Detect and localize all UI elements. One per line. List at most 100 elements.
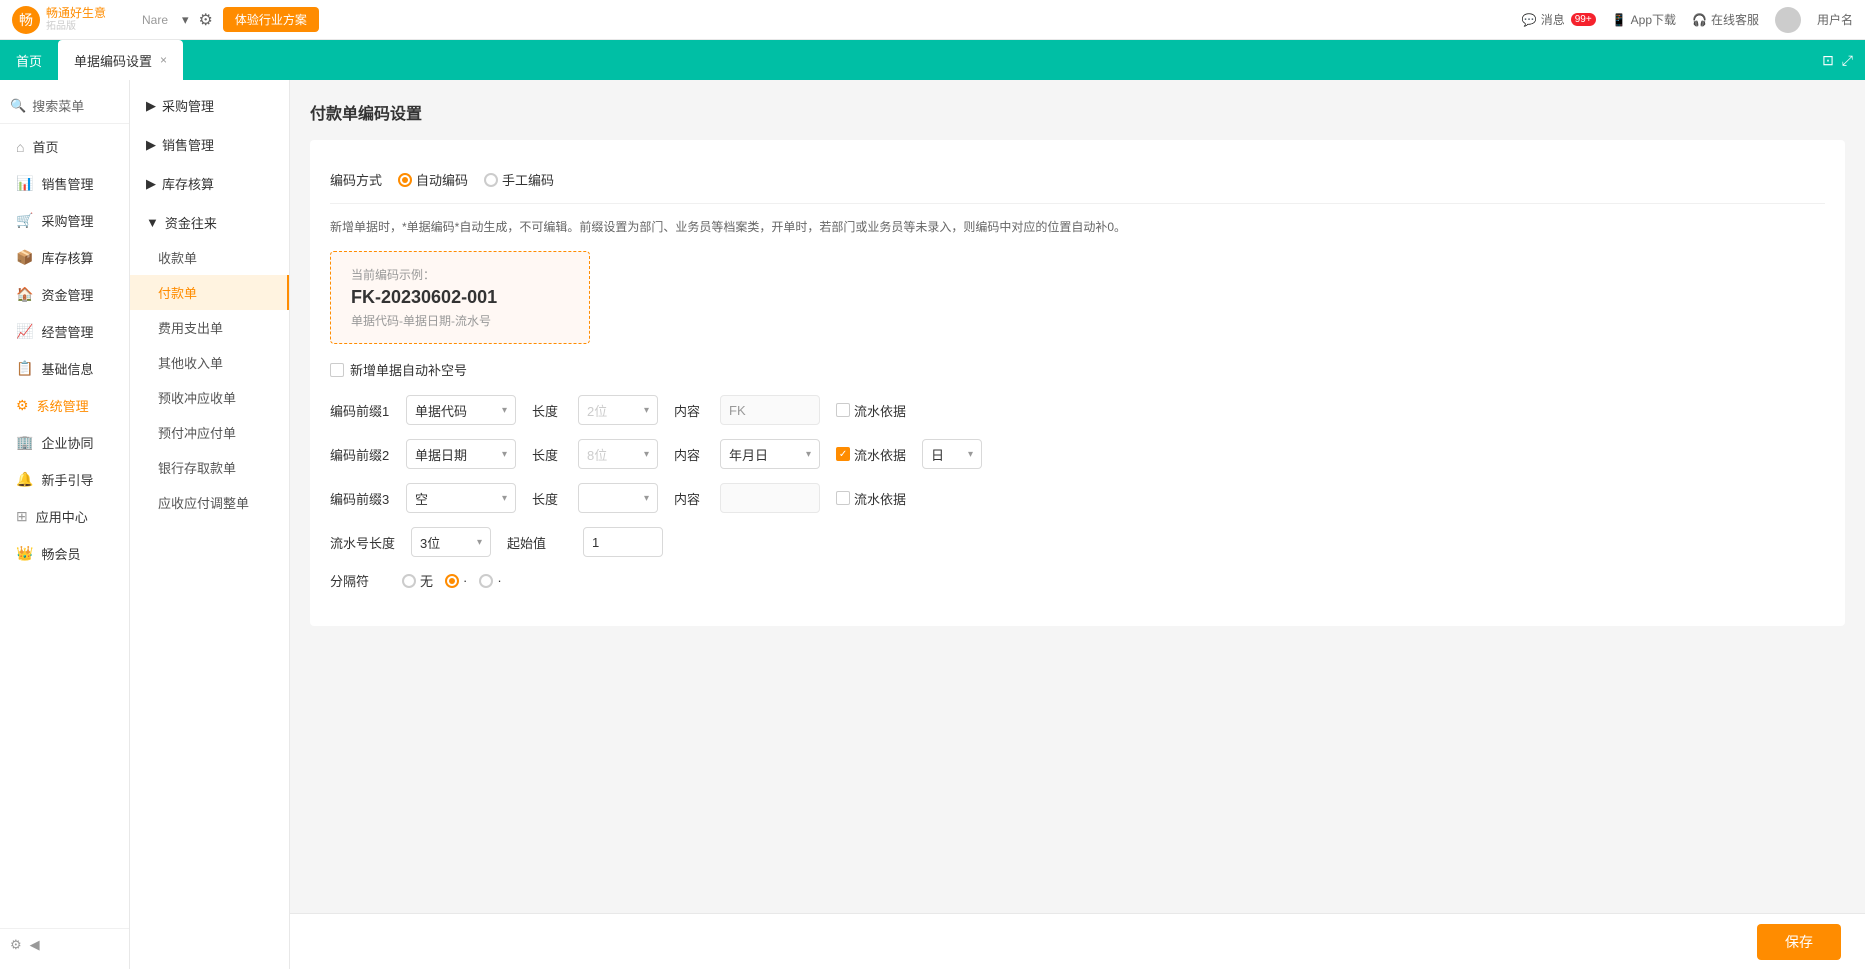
trial-button[interactable]: 体验行业方案: [223, 7, 319, 32]
sidebar-item-member[interactable]: 👑 畅会员: [0, 535, 129, 572]
auto-fill-row: 新增单据自动补空号: [330, 360, 1825, 379]
sidebar-item-label: 应用中心: [36, 507, 88, 526]
sidebar-item-sales[interactable]: 📊 销售管理: [0, 165, 129, 202]
sep-dot2-dot: [479, 574, 493, 588]
prefix1-select[interactable]: 单据代码 ▾: [406, 395, 516, 425]
main-panel-wrapper: 付款单编码设置 编码方式 自动编码: [290, 80, 1865, 969]
content2-label: 内容: [674, 445, 700, 464]
prefix1-label: 编码前缀1: [330, 401, 390, 420]
sidebar-settings-icon[interactable]: ⚙: [10, 937, 22, 953]
submenu-item-prepay-receivable[interactable]: 预收冲应收单: [130, 380, 289, 415]
submenu-item-adjustment[interactable]: 应收应付调整单: [130, 485, 289, 520]
page-title: 付款单编码设置: [310, 100, 1845, 124]
stream2-unit-select[interactable]: 日 ▾: [922, 439, 982, 469]
prefix-row-2: 编码前缀2 单据日期 ▾ 长度 8位 ▾ 内容 年月日: [330, 439, 1825, 469]
content2-select[interactable]: 年月日 ▾: [720, 439, 820, 469]
content1-value: FK: [720, 395, 820, 425]
app-download-item[interactable]: 📱 App下载: [1612, 11, 1676, 28]
collapse-icon[interactable]: ⤢: [1842, 52, 1853, 69]
preview-sub: 单据代码-单据日期-流水号: [351, 312, 569, 329]
encoding-method-radio-group: 自动编码 手工编码: [398, 170, 554, 189]
online-service-item[interactable]: 🎧 在线客服: [1692, 11, 1759, 28]
system-icon: ⚙: [16, 397, 29, 414]
submenu-item-expense[interactable]: 费用支出单: [130, 310, 289, 345]
separator-dot-radio[interactable]: ·: [445, 573, 467, 588]
length1-select[interactable]: 2位 ▾: [578, 395, 658, 425]
separator-none-radio[interactable]: 无: [402, 571, 433, 590]
prefix2-label: 编码前缀2: [330, 445, 390, 464]
sidebar-item-home[interactable]: ⌂ 首页: [0, 128, 129, 165]
stream1-checkbox[interactable]: 流水依据: [836, 401, 906, 420]
length3-select[interactable]: ▾: [578, 483, 658, 513]
submenu-group-inventory: ▶ 库存核算: [130, 166, 289, 201]
serial-length-select[interactable]: 3位 ▾: [411, 527, 491, 557]
content1-label: 内容: [674, 401, 700, 420]
submenu-group-title-sales[interactable]: ▶ 销售管理: [130, 127, 289, 162]
prefix3-select[interactable]: 空 ▾: [406, 483, 516, 513]
auto-encoding-radio[interactable]: 自动编码: [398, 170, 468, 189]
prefix2-select[interactable]: 单据日期 ▾: [406, 439, 516, 469]
sidebar-item-label: 经营管理: [41, 322, 93, 341]
submenu-item-prepay-payable[interactable]: 预付冲应付单: [130, 415, 289, 450]
purchase-icon: 🛒: [16, 212, 33, 229]
stream3-check[interactable]: [836, 491, 850, 505]
length2-select[interactable]: 8位 ▾: [578, 439, 658, 469]
sidebar-item-apps[interactable]: ⊞ 应用中心: [0, 498, 129, 535]
tab-close-icon[interactable]: ×: [160, 53, 167, 67]
sidebar-item-finance[interactable]: 🏠 资金管理: [0, 276, 129, 313]
sidebar-item-guide[interactable]: 🔔 新手引导: [0, 461, 129, 498]
encoding-method-row: 编码方式 自动编码 手工编码: [330, 160, 1825, 204]
topbar-right: 💬 消息 99+ 📱 App下载 🎧 在线客服 用户名: [1522, 7, 1853, 33]
sidebar-item-label: 畅会员: [41, 544, 80, 563]
sidebar-item-company[interactable]: 🏢 企业协同: [0, 424, 129, 461]
submenu-group-title-funds[interactable]: ▼ 资金往来: [130, 205, 289, 240]
submenu-item-payment[interactable]: 付款单: [130, 275, 289, 310]
sidebar-item-inventory[interactable]: 📦 库存核算: [0, 239, 129, 276]
submenu-group-title-purchase[interactable]: ▶ 采购管理: [130, 88, 289, 123]
search-icon: 🔍: [10, 98, 26, 114]
main-layout: 🔍 搜索菜单 ⌂ 首页 📊 销售管理 🛒 采购管理 📦 库存核算 🏠 资金管理 …: [0, 80, 1865, 969]
sidebar-item-label: 企业协同: [41, 433, 93, 452]
submenu-item-other-income[interactable]: 其他收入单: [130, 345, 289, 380]
stream2-check[interactable]: ✓: [836, 447, 850, 461]
sidebar-item-operation[interactable]: 📈 经营管理: [0, 313, 129, 350]
dropdown-icon[interactable]: ▾: [182, 12, 189, 28]
sidebar-item-base[interactable]: 📋 基础信息: [0, 350, 129, 387]
message-item[interactable]: 💬 消息 99+: [1522, 11, 1596, 28]
submenu-item-bank[interactable]: 银行存取款单: [130, 450, 289, 485]
settings-icon[interactable]: ⚙: [199, 10, 213, 30]
sidebar-item-purchase[interactable]: 🛒 采购管理: [0, 202, 129, 239]
separator-dot2-radio[interactable]: ·: [479, 573, 501, 588]
submenu-item-receipt[interactable]: 收款单: [130, 240, 289, 275]
dropdown-icon: ▾: [477, 537, 482, 548]
stream2-checkbox[interactable]: ✓ 流水依据: [836, 445, 906, 464]
sidebar-collapse-icon[interactable]: ◀: [30, 937, 40, 953]
logo-icon: 畅: [12, 6, 40, 34]
dropdown-icon: ▾: [644, 493, 649, 504]
save-button[interactable]: 保存: [1757, 924, 1841, 960]
submenu-group-title-inventory[interactable]: ▶ 库存核算: [130, 166, 289, 201]
start-value-input[interactable]: [583, 527, 663, 557]
sidebar-item-system[interactable]: ⚙ 系统管理: [0, 387, 129, 424]
sep-dot-dot: [445, 574, 459, 588]
nav-tabs: 首页 单据编码设置 × ⊡ ⤢: [0, 40, 1865, 80]
length3-label: 长度: [532, 489, 558, 508]
logo: 畅 畅通好生意 拓品版: [12, 6, 132, 34]
serial-row: 流水号长度 3位 ▾ 起始值: [330, 527, 1825, 557]
stream3-checkbox[interactable]: 流水依据: [836, 489, 906, 508]
auto-fill-label: 新增单据自动补空号: [350, 360, 467, 379]
dropdown-icon: ▾: [502, 405, 507, 416]
message-badge: 99+: [1571, 13, 1596, 26]
stream1-check[interactable]: [836, 403, 850, 417]
expand-icon[interactable]: ⊡: [1822, 52, 1834, 69]
sidebar-search[interactable]: 🔍 搜索菜单: [0, 88, 129, 124]
manual-encoding-radio[interactable]: 手工编码: [484, 170, 554, 189]
preview-label: 当前编码示例：: [351, 266, 569, 283]
tab-home[interactable]: 首页: [0, 40, 58, 80]
tab-settings[interactable]: 单据编码设置 ×: [58, 40, 183, 80]
breadcrumb: Nare: [142, 13, 168, 27]
separator-row: 分隔符 无 · ·: [330, 571, 1825, 590]
topbar: 畅 畅通好生意 拓品版 Nare ▾ ⚙ 体验行业方案 💬 消息 99+ 📱 A…: [0, 0, 1865, 40]
sidebar-bottom: ⚙ ◀: [0, 928, 129, 961]
auto-fill-checkbox[interactable]: [330, 363, 344, 377]
